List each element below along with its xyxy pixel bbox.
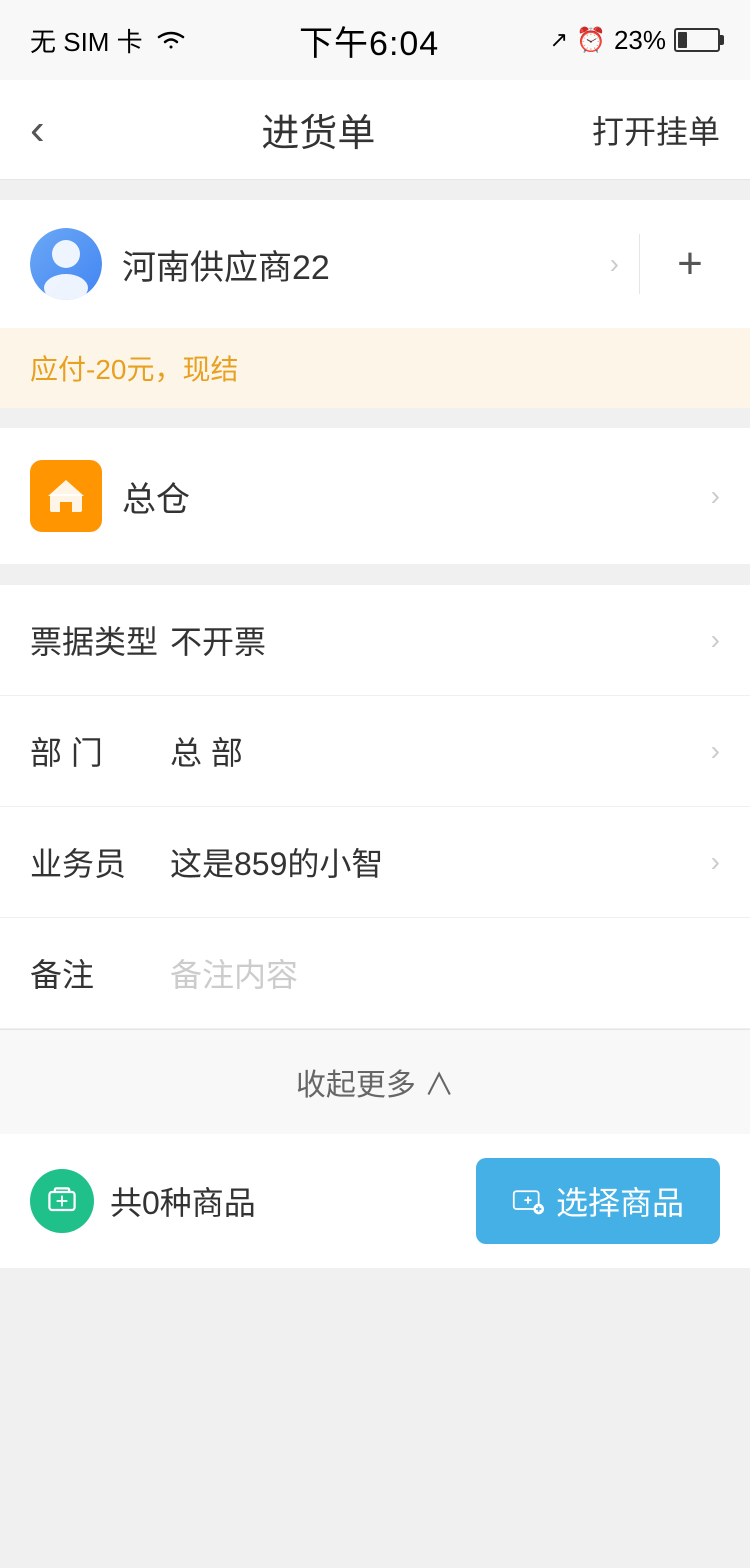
middle-divider xyxy=(0,408,750,428)
main-background xyxy=(0,1268,750,1568)
salesperson-row[interactable]: 业务员 这是859的小智 › xyxy=(0,807,750,918)
invoice-type-label: 票据类型 xyxy=(30,617,170,663)
salesperson-label: 业务员 xyxy=(30,839,170,885)
status-time: 下午6:04 xyxy=(299,16,439,65)
salesperson-value: 这是859的小智 xyxy=(170,839,711,885)
supplier-row[interactable]: 河南供应商22 › + xyxy=(0,200,750,328)
warehouse-icon xyxy=(46,476,86,516)
nav-bar: ‹ 进货单 打开挂单 xyxy=(0,80,750,180)
add-supplier-button[interactable]: + xyxy=(660,234,720,294)
product-icon-wrap xyxy=(30,1169,94,1233)
location-icon: ↗ xyxy=(550,27,568,53)
salesperson-chevron-icon: › xyxy=(711,846,720,878)
divider xyxy=(639,234,640,294)
battery-icon xyxy=(674,28,720,52)
supplier-name: 河南供应商22 xyxy=(122,240,610,289)
status-bar: 无 SIM 卡 下午6:04 ↗ ⏰ 23% xyxy=(0,0,750,80)
bottom-section: 共0种商品 选择商品 xyxy=(0,1134,750,1268)
status-right: ↗ ⏰ 23% xyxy=(550,25,720,56)
collapse-button[interactable]: 收起更多 ∧ xyxy=(0,1029,750,1134)
department-chevron-icon: › xyxy=(711,735,720,767)
invoice-type-chevron-icon: › xyxy=(711,624,720,656)
status-carrier: 无 SIM 卡 xyxy=(30,22,189,59)
wifi-icon xyxy=(153,27,189,53)
open-pending-button[interactable]: 打开挂单 xyxy=(592,107,720,153)
alarm-icon: ⏰ xyxy=(576,26,606,55)
warehouse-section: 总仓 › xyxy=(0,428,750,565)
form-section: 票据类型 不开票 › 部 门 总 部 › 业务员 这是859的小智 › 备注 备… xyxy=(0,585,750,1134)
product-count-wrap: 共0种商品 xyxy=(30,1169,256,1233)
form-divider xyxy=(0,565,750,585)
select-product-icon xyxy=(512,1187,544,1215)
department-label: 部 门 xyxy=(30,728,170,774)
select-product-label: 选择商品 xyxy=(556,1178,684,1224)
warehouse-icon-wrap xyxy=(30,460,102,532)
invoice-type-row[interactable]: 票据类型 不开票 › xyxy=(0,585,750,696)
cart-icon xyxy=(44,1183,80,1219)
select-product-button[interactable]: 选择商品 xyxy=(476,1158,720,1244)
back-icon: ‹ xyxy=(30,108,45,152)
battery-percent: 23% xyxy=(614,25,666,56)
supplier-avatar xyxy=(30,228,102,300)
back-button[interactable]: ‹ xyxy=(30,108,45,152)
department-row[interactable]: 部 门 总 部 › xyxy=(0,696,750,807)
product-count-text: 共0种商品 xyxy=(110,1178,256,1224)
note-input[interactable]: 备注内容 xyxy=(170,950,720,996)
department-value: 总 部 xyxy=(170,728,711,774)
supplier-chevron-icon: › xyxy=(610,248,619,280)
notice-banner: 应付-20元，现结 xyxy=(0,328,750,408)
carrier-text: 无 SIM 卡 xyxy=(30,22,143,59)
page-title: 进货单 xyxy=(261,102,375,157)
top-divider xyxy=(0,180,750,200)
warehouse-chevron-icon: › xyxy=(711,480,720,512)
person-icon xyxy=(30,228,102,300)
invoice-type-value: 不开票 xyxy=(170,617,711,663)
warehouse-name: 总仓 xyxy=(122,472,711,521)
collapse-label: 收起更多 ∧ xyxy=(296,1060,454,1104)
warehouse-row[interactable]: 总仓 › xyxy=(0,428,750,565)
note-row[interactable]: 备注 备注内容 xyxy=(0,918,750,1029)
note-label: 备注 xyxy=(30,950,170,996)
plus-icon: + xyxy=(677,242,703,286)
supplier-section: 河南供应商22 › + 应付-20元，现结 xyxy=(0,200,750,408)
